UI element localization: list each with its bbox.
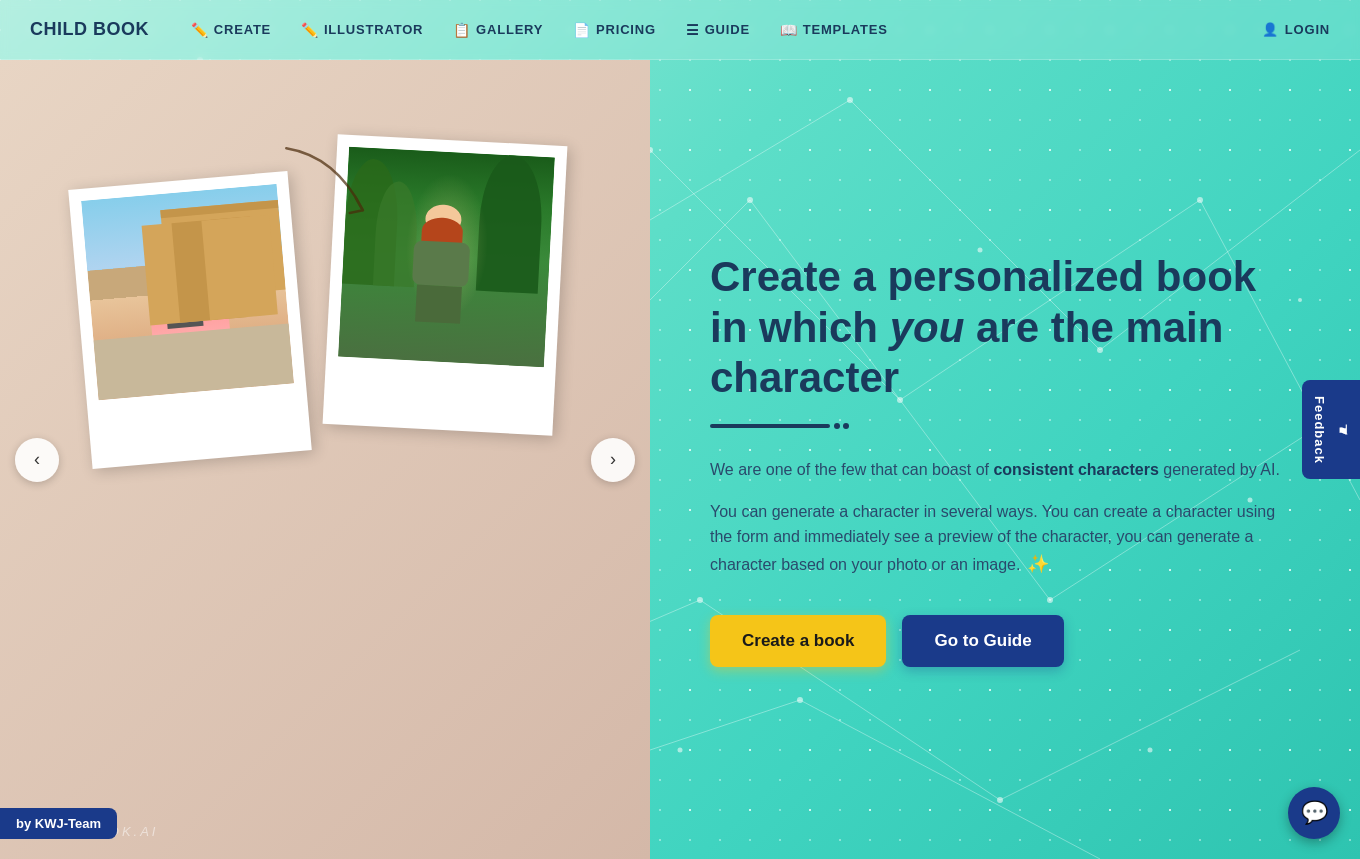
gallery-icon: 📋 <box>453 22 471 38</box>
hero-title-italic: you <box>890 304 965 351</box>
carousel: CHILDBOOK.AI ‹ › <box>0 60 650 859</box>
illustrator-icon: ✏️ <box>301 22 319 38</box>
create-icon: ✏️ <box>191 22 209 38</box>
navbar: CHILD BOOK ✏️ CREATE ✏️ ILLUSTRATOR 📋 GA… <box>0 0 1360 60</box>
nav-item-pricing[interactable]: 📄 PRICING <box>561 16 668 44</box>
carousel-prev-button[interactable]: ‹ <box>15 438 59 482</box>
feedback-label: Feedback <box>1312 396 1327 464</box>
chat-bubble-button[interactable]: 💬 <box>1288 787 1340 839</box>
image-panel: CHILDBOOK.AI ‹ › <box>0 60 650 859</box>
sparkle-icon: ✨ <box>1027 550 1049 579</box>
hero-bold-text: consistent characters <box>993 461 1158 478</box>
cta-buttons: Create a book Go to Guide <box>710 615 1300 667</box>
divider-dot-1 <box>834 423 840 429</box>
nav-item-guide[interactable]: ☰ GUIDE <box>674 16 762 44</box>
nav-brand[interactable]: CHILD BOOK <box>30 19 149 40</box>
carousel-next-button[interactable]: › <box>591 438 635 482</box>
polaroid-wrapper: CHILDBOOK.AI <box>0 60 650 859</box>
go-to-guide-button[interactable]: Go to Guide <box>902 615 1063 667</box>
main-content: CHILDBOOK.AI ‹ › Create a personalized b… <box>0 60 1360 859</box>
pricing-icon: 📄 <box>573 22 591 38</box>
chat-icon: 💬 <box>1301 800 1328 826</box>
templates-icon: 📖 <box>780 22 798 38</box>
login-icon: 👤 <box>1262 22 1279 37</box>
nav-login[interactable]: 👤 LOGIN <box>1262 22 1330 37</box>
divider-dot-2 <box>843 423 849 429</box>
nav-item-illustrator[interactable]: ✏️ ILLUSTRATOR <box>289 16 435 44</box>
nav-item-gallery[interactable]: 📋 GALLERY <box>441 16 555 44</box>
create-book-button[interactable]: Create a book <box>710 615 886 667</box>
hero-description-1: We are one of the few that can boast of … <box>710 457 1300 483</box>
divider-dots <box>834 423 849 429</box>
feedback-flag-icon: ⚑ <box>1335 421 1350 437</box>
feedback-tab[interactable]: ⚑ Feedback <box>1302 380 1360 480</box>
nav-links: ✏️ CREATE ✏️ ILLUSTRATOR 📋 GALLERY 📄 PRI… <box>179 16 1262 44</box>
nav-item-templates[interactable]: 📖 TEMPLATES <box>768 16 900 44</box>
nav-item-create[interactable]: ✏️ CREATE <box>179 16 283 44</box>
kwj-badge: by KWJ-Team <box>0 808 117 839</box>
title-divider <box>710 423 1300 429</box>
hero-title: Create a personalized book in which you … <box>710 252 1300 403</box>
divider-line <box>710 424 830 428</box>
guide-icon: ☰ <box>686 22 700 38</box>
content-panel: Create a personalized book in which you … <box>650 212 1360 707</box>
hero-description-2: You can generate a character in several … <box>710 499 1300 579</box>
